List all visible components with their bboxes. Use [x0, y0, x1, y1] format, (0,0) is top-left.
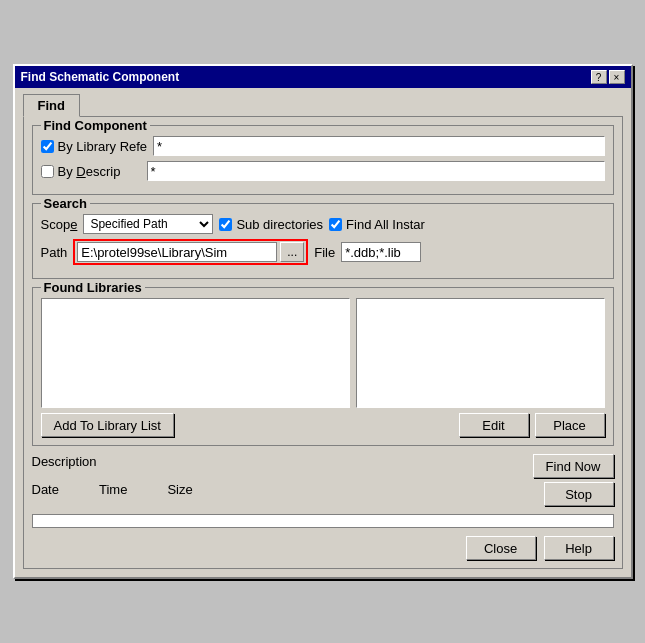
by-descrip-text: By Descrip	[58, 164, 121, 179]
path-label: Path	[41, 245, 68, 260]
scope-label: Scope	[41, 217, 78, 232]
find-component-content: By Library Refe By Descrip	[41, 136, 605, 181]
tab-find-label: Find	[38, 98, 65, 113]
found-libraries-content: Add To Library List Edit Place	[41, 298, 605, 437]
tab-strip: Find	[23, 94, 623, 117]
sub-directories-label[interactable]: Sub directories	[219, 217, 323, 232]
bottom-section: Description Find Now Date Time Size Stop…	[32, 454, 614, 560]
file-label: File	[314, 245, 335, 260]
find-component-group-label: Find Component	[41, 118, 150, 133]
date-label: Date	[32, 482, 59, 506]
place-button[interactable]: Place	[535, 413, 605, 437]
help-button[interactable]: ?	[591, 70, 607, 84]
close-dialog-button[interactable]: Close	[466, 536, 536, 560]
by-descrip-input[interactable]	[147, 161, 605, 181]
listbox-row	[41, 298, 605, 408]
found-libraries-listbox-left[interactable]	[41, 298, 351, 408]
size-label: Size	[167, 482, 192, 506]
path-row-highlight: ...	[73, 239, 308, 265]
found-libraries-listbox-right[interactable]	[356, 298, 604, 408]
dialog-title: Find Schematic Component	[21, 70, 180, 84]
help-dialog-button[interactable]: Help	[544, 536, 614, 560]
stop-button[interactable]: Stop	[544, 482, 614, 506]
by-library-ref-text: By Library Refe	[58, 139, 148, 154]
by-library-ref-row: By Library Refe	[41, 136, 605, 156]
description-label: Description	[32, 454, 97, 469]
info-row: Date Time Size Stop	[32, 482, 614, 506]
time-label: Time	[99, 482, 127, 506]
path-input[interactable]	[77, 242, 277, 262]
find-now-button[interactable]: Find Now	[533, 454, 614, 478]
title-bar-controls: ? ×	[591, 70, 625, 84]
by-library-ref-input[interactable]	[153, 136, 604, 156]
by-descrip-checkbox[interactable]	[41, 165, 54, 178]
desc-row: Description Find Now	[32, 454, 614, 478]
search-content: Scope Specified Path All Libraries Proje…	[41, 214, 605, 265]
file-input[interactable]	[341, 242, 421, 262]
progress-bar	[32, 514, 614, 528]
find-component-group: Find Component By Library Refe	[32, 125, 614, 195]
title-bar: Find Schematic Component ? ×	[15, 66, 631, 88]
by-library-ref-checkbox[interactable]	[41, 140, 54, 153]
close-button[interactable]: ×	[609, 70, 625, 84]
scope-row: Scope Specified Path All Libraries Proje…	[41, 214, 605, 234]
search-group: Search Scope Specified Path All Librarie…	[32, 203, 614, 279]
by-descrip-row: By Descrip	[41, 161, 605, 181]
library-buttons-row: Add To Library List Edit Place	[41, 413, 605, 437]
sub-directories-checkbox[interactable]	[219, 218, 232, 231]
found-libraries-group: Found Libraries Add To Library List Edit…	[32, 287, 614, 446]
find-all-instances-text: Find All Instar	[346, 217, 425, 232]
browse-button[interactable]: ...	[280, 242, 304, 262]
dialog-body: Find Find Component By Library Refe	[15, 88, 631, 577]
by-library-ref-label[interactable]: By Library Refe	[41, 139, 148, 154]
tab-find[interactable]: Find	[23, 94, 80, 117]
search-group-label: Search	[41, 196, 90, 211]
find-all-instances-label[interactable]: Find All Instar	[329, 217, 425, 232]
tab-content: Find Component By Library Refe	[23, 116, 623, 569]
path-row: Path ... File	[41, 239, 605, 265]
edit-button[interactable]: Edit	[459, 413, 529, 437]
footer-buttons: Close Help	[32, 536, 614, 560]
scope-dropdown[interactable]: Specified Path All Libraries Project Lib…	[83, 214, 213, 234]
by-descrip-label[interactable]: By Descrip	[41, 164, 141, 179]
main-dialog: Find Schematic Component ? × Find Find C…	[13, 64, 633, 579]
sub-directories-text: Sub directories	[236, 217, 323, 232]
found-libraries-label: Found Libraries	[41, 280, 145, 295]
add-to-library-list-button[interactable]: Add To Library List	[41, 413, 174, 437]
find-all-instances-checkbox[interactable]	[329, 218, 342, 231]
